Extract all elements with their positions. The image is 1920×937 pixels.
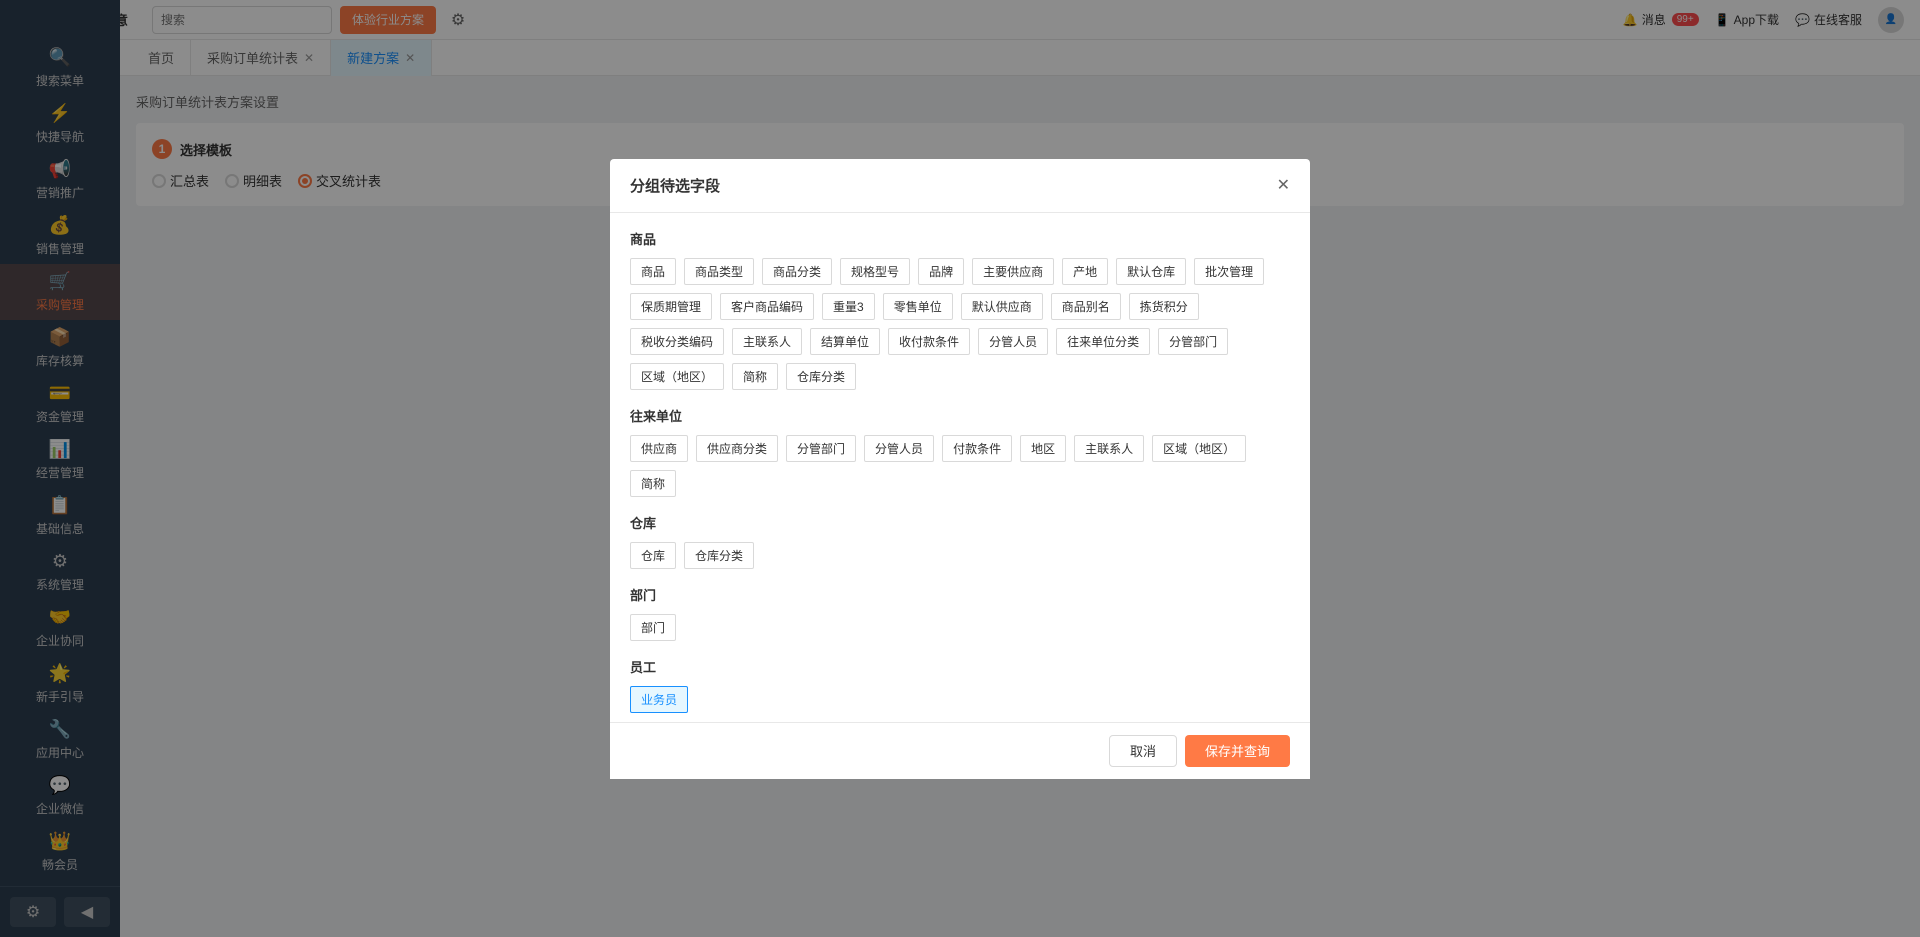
tag-goods-alias[interactable]: 商品别名 [1051,293,1121,320]
section-partner-title: 往来单位 [630,406,1290,425]
field-select-modal: 分组待选字段 ✕ 商品 商品 商品类型 商品分类 规格型号 品牌 主要供应商 产… [610,159,1310,779]
tag-warehouse-category[interactable]: 仓库分类 [684,542,754,569]
modal-title: 分组待选字段 [630,175,720,196]
tag-main-supplier[interactable]: 主要供应商 [972,258,1054,285]
tag-main-contact-partner[interactable]: 主联系人 [1074,435,1144,462]
tag-person-partner[interactable]: 分管人员 [864,435,934,462]
tag-customer-goods-code[interactable]: 客户商品编码 [720,293,814,320]
tag-dept-goods[interactable]: 分管部门 [1158,328,1228,355]
section-goods-title: 商品 [630,229,1290,248]
tag-dept[interactable]: 部门 [630,614,676,641]
section-partner-tags: 供应商 供应商分类 分管部门 分管人员 付款条件 地区 主联系人 区域（地区） … [630,435,1290,497]
tag-goods[interactable]: 商品 [630,258,676,285]
tag-default-warehouse[interactable]: 默认仓库 [1116,258,1186,285]
tag-short-name-partner[interactable]: 简称 [630,470,676,497]
tag-supplier[interactable]: 供应商 [630,435,688,462]
tag-dept-partner[interactable]: 分管部门 [786,435,856,462]
tag-region-goods[interactable]: 区域（地区） [630,363,724,390]
tag-brand[interactable]: 品牌 [918,258,964,285]
tag-assigned-person[interactable]: 分管人员 [978,328,1048,355]
tag-spec-model[interactable]: 规格型号 [840,258,910,285]
section-warehouse: 仓库 仓库 仓库分类 [630,513,1290,569]
section-dept-tags: 部门 [630,614,1290,641]
tag-supplier-category[interactable]: 供应商分类 [696,435,778,462]
tag-main-contact[interactable]: 主联系人 [732,328,802,355]
modal-header: 分组待选字段 ✕ [610,159,1310,213]
tag-warehouse-category-goods[interactable]: 仓库分类 [786,363,856,390]
section-staff-tags: 业务员 [630,686,1290,713]
modal-cancel-btn[interactable]: 取消 [1109,735,1177,767]
tag-tax-code[interactable]: 税收分类编码 [630,328,724,355]
section-dept: 部门 部门 [630,585,1290,641]
tag-goods-type[interactable]: 商品类型 [684,258,754,285]
tag-payment-terms-partner[interactable]: 付款条件 [942,435,1012,462]
section-warehouse-title: 仓库 [630,513,1290,532]
modal-confirm-btn[interactable]: 保存并查询 [1185,735,1290,767]
tag-retail-unit[interactable]: 零售单位 [883,293,953,320]
tag-salesperson[interactable]: 业务员 [630,686,688,713]
modal-close-btn[interactable]: ✕ [1277,175,1290,195]
tag-partner-category[interactable]: 往来单位分类 [1056,328,1150,355]
section-staff: 员工 业务员 [630,657,1290,713]
tag-settlement-unit[interactable]: 结算单位 [810,328,880,355]
section-warehouse-tags: 仓库 仓库分类 [630,542,1290,569]
section-partner: 往来单位 供应商 供应商分类 分管部门 分管人员 付款条件 地区 主联系人 区域… [630,406,1290,497]
tag-region-partner[interactable]: 地区 [1020,435,1066,462]
modal-footer: 取消 保存并查询 [610,722,1310,779]
tag-short-name-goods[interactable]: 简称 [732,363,778,390]
tag-goods-category[interactable]: 商品分类 [762,258,832,285]
tag-payment-terms[interactable]: 收付款条件 [888,328,970,355]
section-staff-title: 员工 [630,657,1290,676]
tag-area-partner[interactable]: 区域（地区） [1152,435,1246,462]
section-goods: 商品 商品 商品类型 商品分类 规格型号 品牌 主要供应商 产地 默认仓库 批次… [630,229,1290,390]
tag-batch-mgmt[interactable]: 批次管理 [1194,258,1264,285]
tag-origin[interactable]: 产地 [1062,258,1108,285]
tag-shelf-life[interactable]: 保质期管理 [630,293,712,320]
tag-default-supplier[interactable]: 默认供应商 [961,293,1043,320]
tag-warehouse[interactable]: 仓库 [630,542,676,569]
section-dept-title: 部门 [630,585,1290,604]
tag-weight[interactable]: 重量3 [822,293,875,320]
modal-overlay: 分组待选字段 ✕ 商品 商品 商品类型 商品分类 规格型号 品牌 主要供应商 产… [0,0,1920,937]
modal-body: 商品 商品 商品类型 商品分类 规格型号 品牌 主要供应商 产地 默认仓库 批次… [610,213,1310,722]
section-goods-tags: 商品 商品类型 商品分类 规格型号 品牌 主要供应商 产地 默认仓库 批次管理 … [630,258,1290,390]
tag-pick-points[interactable]: 拣货积分 [1129,293,1199,320]
